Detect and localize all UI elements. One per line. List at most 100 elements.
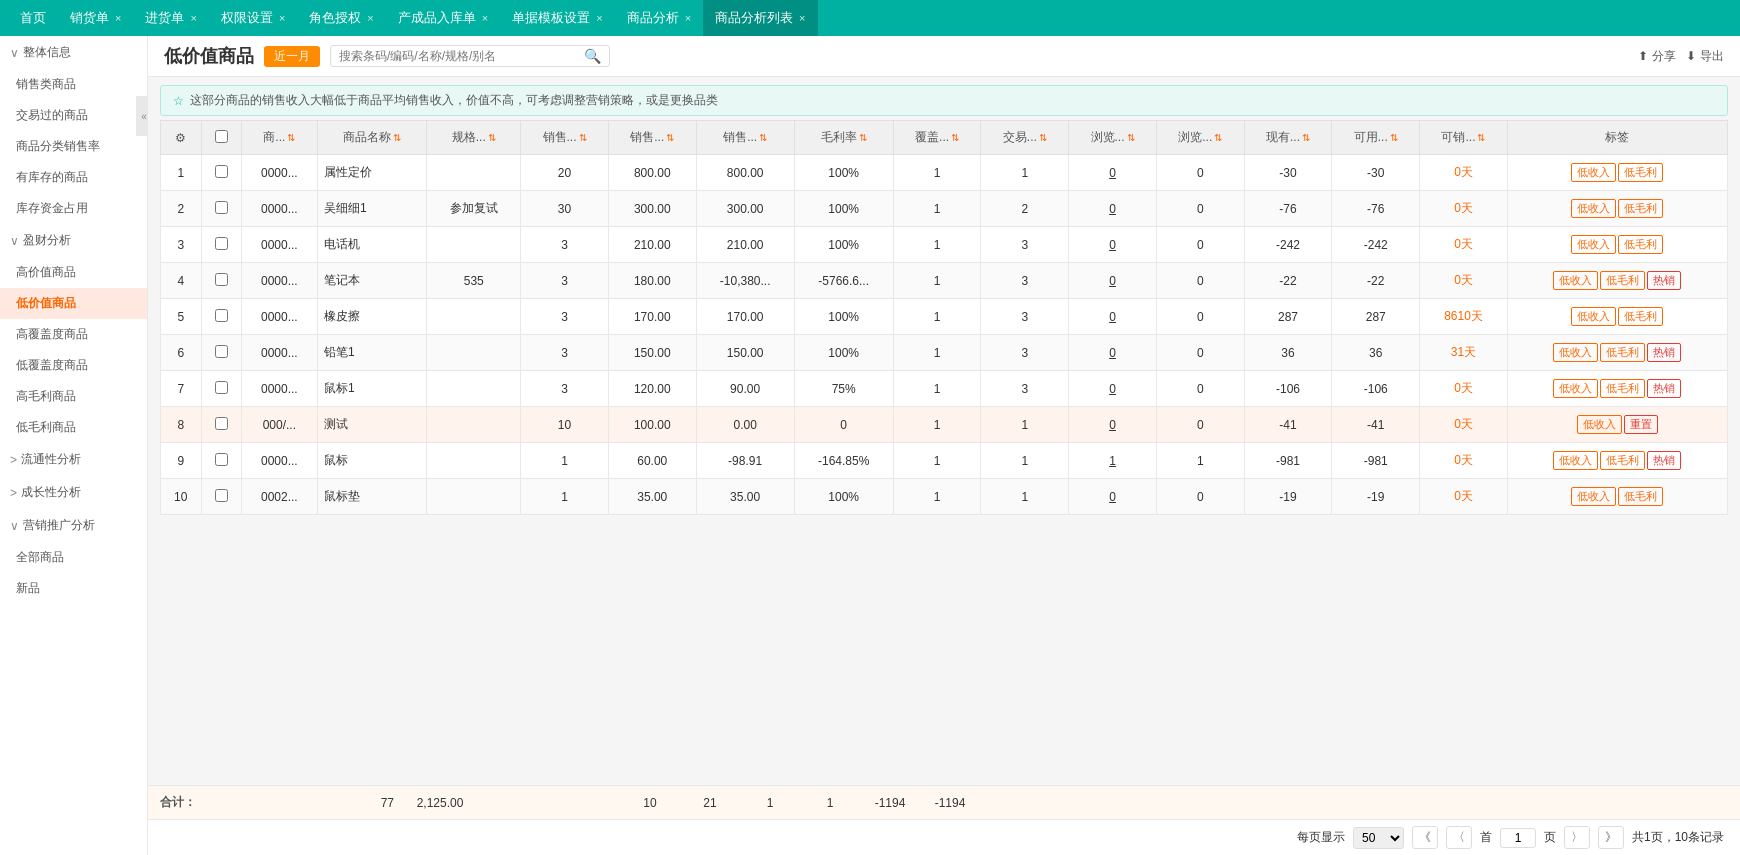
table-row[interactable]: 10 0002... 鼠标垫 1 35.00 35.00 100% 1 1 0 …: [161, 479, 1728, 515]
row-name[interactable]: 鼠标垫: [318, 479, 427, 515]
row-views1[interactable]: 0: [1069, 407, 1157, 443]
nav-permissions-close[interactable]: ×: [279, 12, 285, 24]
nav-permissions[interactable]: 权限设置 ×: [209, 0, 297, 36]
nav-template-settings[interactable]: 单据模板设置 ×: [500, 0, 614, 36]
table-row[interactable]: 1 0000... 属性定价 20 800.00 800.00 100% 1 1…: [161, 155, 1728, 191]
select-all-checkbox[interactable]: [215, 130, 228, 143]
row-checkbox[interactable]: [201, 299, 241, 335]
sidebar-section-profit-analysis[interactable]: ∨ 盈财分析: [0, 224, 147, 257]
nav-sales-order-close[interactable]: ×: [115, 12, 121, 24]
views-link[interactable]: 0: [1109, 274, 1116, 288]
col-gross-rate[interactable]: 毛利率⇅: [794, 121, 893, 155]
nav-product-analysis[interactable]: 商品分析 ×: [615, 0, 703, 36]
nav-product-analysis-list-close[interactable]: ×: [799, 12, 805, 24]
views-link[interactable]: 0: [1109, 310, 1116, 324]
row-views1[interactable]: 0: [1069, 479, 1157, 515]
row-name[interactable]: 属性定价: [318, 155, 427, 191]
sidebar-item-low-margin[interactable]: 低毛利商品: [0, 412, 147, 443]
nav-home[interactable]: 首页: [8, 0, 58, 36]
col-views2[interactable]: 浏览...⇅: [1156, 121, 1244, 155]
row-checkbox[interactable]: [201, 191, 241, 227]
row-name[interactable]: 铅笔1: [318, 335, 427, 371]
views-link[interactable]: 1: [1109, 454, 1116, 468]
table-row[interactable]: 2 0000... 吴细细1 参加复试 30 300.00 300.00 100…: [161, 191, 1728, 227]
row-checkbox[interactable]: [201, 263, 241, 299]
table-row[interactable]: 8 000/... 测试 10 100.00 0.00 0 1 1 0 0 -4…: [161, 407, 1728, 443]
row-check[interactable]: [215, 273, 228, 286]
col-settings[interactable]: ⚙: [161, 121, 202, 155]
nav-purchase-order-close[interactable]: ×: [190, 12, 196, 24]
col-name[interactable]: 商品名称⇅: [318, 121, 427, 155]
nav-product-inbound[interactable]: 产成品入库单 ×: [386, 0, 500, 36]
row-checkbox[interactable]: [201, 407, 241, 443]
table-row[interactable]: 6 0000... 铅笔1 3 150.00 150.00 100% 1 3 0…: [161, 335, 1728, 371]
sidebar-item-all-products[interactable]: 全部商品: [0, 542, 147, 573]
export-button[interactable]: ⬇ 导出: [1686, 48, 1724, 65]
row-views1[interactable]: 0: [1069, 371, 1157, 407]
row-check[interactable]: [215, 489, 228, 502]
row-name[interactable]: 电话机: [318, 227, 427, 263]
sidebar-section-marketing[interactable]: ∨ 营销推广分析: [0, 509, 147, 542]
col-available-stock[interactable]: 可用...⇅: [1332, 121, 1420, 155]
row-checkbox[interactable]: [201, 335, 241, 371]
row-check[interactable]: [215, 453, 228, 466]
row-name[interactable]: 橡皮擦: [318, 299, 427, 335]
sidebar-item-category-rate[interactable]: 商品分类销售率: [0, 131, 147, 162]
sidebar-collapse-btn[interactable]: «: [136, 96, 148, 136]
row-check[interactable]: [215, 201, 228, 214]
table-row[interactable]: 5 0000... 橡皮擦 3 170.00 170.00 100% 1 3 0…: [161, 299, 1728, 335]
views-link[interactable]: 0: [1109, 490, 1116, 504]
sidebar-item-high-coverage[interactable]: 高覆盖度商品: [0, 319, 147, 350]
first-page-btn[interactable]: 《: [1412, 826, 1438, 849]
last-page-btn[interactable]: 》: [1598, 826, 1624, 849]
sidebar-item-traded-products[interactable]: 交易过的商品: [0, 100, 147, 131]
per-page-select[interactable]: 50 100 200: [1353, 827, 1404, 849]
row-views1[interactable]: 0: [1069, 191, 1157, 227]
row-views1[interactable]: 0: [1069, 263, 1157, 299]
col-views1[interactable]: 浏览...⇅: [1069, 121, 1157, 155]
table-row[interactable]: 4 0000... 笔记本 535 3 180.00 -10,380... -5…: [161, 263, 1728, 299]
col-sale-amount[interactable]: 销售...⇅: [696, 121, 794, 155]
row-name[interactable]: 鼠标1: [318, 371, 427, 407]
table-row[interactable]: 9 0000... 鼠标 1 60.00 -98.91 -164.85% 1 1…: [161, 443, 1728, 479]
search-input[interactable]: [339, 49, 584, 63]
views-link[interactable]: 0: [1109, 238, 1116, 252]
row-views1[interactable]: 0: [1069, 227, 1157, 263]
nav-template-settings-close[interactable]: ×: [596, 12, 602, 24]
sidebar-item-new-products[interactable]: 新品: [0, 573, 147, 604]
col-saleable[interactable]: 可销...⇅: [1420, 121, 1508, 155]
col-sale-price[interactable]: 销售...⇅: [608, 121, 696, 155]
row-check[interactable]: [215, 309, 228, 322]
filter-recent-month-btn[interactable]: 近一月: [264, 46, 320, 67]
row-views1[interactable]: 1: [1069, 443, 1157, 479]
row-check[interactable]: [215, 417, 228, 430]
row-name[interactable]: 笔记本: [318, 263, 427, 299]
row-check[interactable]: [215, 237, 228, 250]
sidebar-section-liquidity[interactable]: > 流通性分析: [0, 443, 147, 476]
row-views1[interactable]: 0: [1069, 335, 1157, 371]
views-link[interactable]: 0: [1109, 382, 1116, 396]
views-link[interactable]: 0: [1109, 166, 1116, 180]
prev-page-btn[interactable]: 〈: [1446, 826, 1472, 849]
col-code[interactable]: 商...⇅: [241, 121, 317, 155]
sidebar-section-growth[interactable]: > 成长性分析: [0, 476, 147, 509]
sidebar-item-sales-products[interactable]: 销售类商品: [0, 69, 147, 100]
next-page-btn[interactable]: 〉: [1564, 826, 1590, 849]
row-checkbox[interactable]: [201, 371, 241, 407]
views-link[interactable]: 0: [1109, 202, 1116, 216]
row-check[interactable]: [215, 381, 228, 394]
nav-product-analysis-close[interactable]: ×: [685, 12, 691, 24]
sidebar-item-stocked-products[interactable]: 有库存的商品: [0, 162, 147, 193]
row-check[interactable]: [215, 165, 228, 178]
views-link[interactable]: 0: [1109, 346, 1116, 360]
share-button[interactable]: ⬆ 分享: [1638, 48, 1676, 65]
col-sale-qty[interactable]: 销售...⇅: [521, 121, 609, 155]
row-checkbox[interactable]: [201, 479, 241, 515]
nav-product-inbound-close[interactable]: ×: [482, 12, 488, 24]
row-checkbox[interactable]: [201, 227, 241, 263]
nav-role-auth-close[interactable]: ×: [367, 12, 373, 24]
table-row[interactable]: 3 0000... 电话机 3 210.00 210.00 100% 1 3 0…: [161, 227, 1728, 263]
nav-sales-order[interactable]: 销货单 ×: [58, 0, 133, 36]
col-checkbox[interactable]: [201, 121, 241, 155]
row-name[interactable]: 鼠标: [318, 443, 427, 479]
